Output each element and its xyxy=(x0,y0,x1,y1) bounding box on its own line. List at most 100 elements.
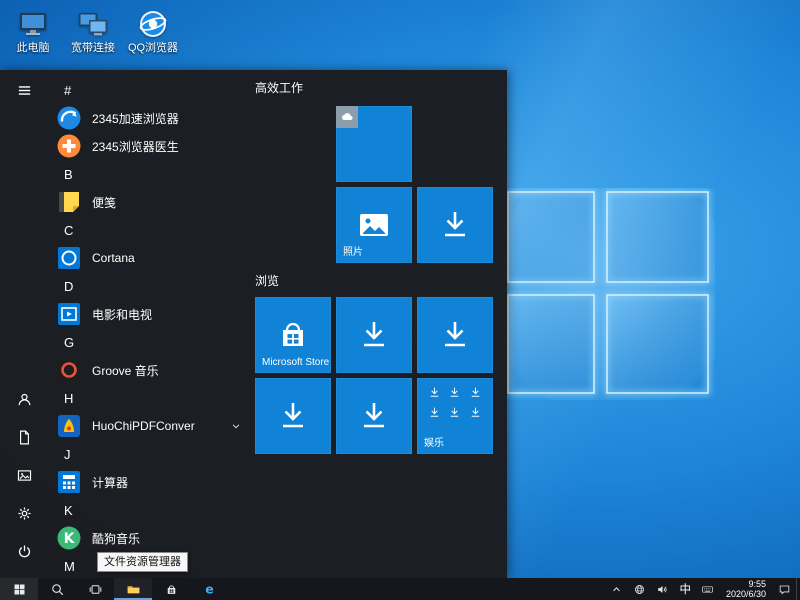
app-list-header-label: M xyxy=(64,559,75,574)
tile-pending-download-3[interactable] xyxy=(417,297,493,373)
tile-microsoft-store[interactable]: Microsoft Store xyxy=(255,297,331,373)
ime-label: 中 xyxy=(679,581,691,597)
app-list-header-label: D xyxy=(64,279,73,294)
ime-mode[interactable]: 中 xyxy=(674,578,696,600)
store-button[interactable] xyxy=(152,578,190,600)
app-list-header[interactable]: H xyxy=(48,384,255,412)
volume-indicator[interactable] xyxy=(651,578,674,600)
app-list-header[interactable]: # xyxy=(48,76,255,104)
app-label: 计算器 xyxy=(92,474,128,491)
app-label: HuoChiPDFConver xyxy=(92,419,195,433)
app-list-item[interactable]: Cortana xyxy=(48,244,255,272)
desktop-icon-label: QQ浏览器 xyxy=(128,42,178,54)
taskbar-clock[interactable]: 9:55 2020/6/30 xyxy=(719,578,773,600)
app-list-header[interactable]: G xyxy=(48,328,255,356)
app-list-item[interactable]: 电影和电视 xyxy=(48,300,255,328)
tile-pending-download-2[interactable] xyxy=(336,297,412,373)
edge-icon: e xyxy=(202,582,217,597)
app-list-item[interactable]: K酷狗音乐 xyxy=(48,524,255,552)
user-icon xyxy=(16,391,33,408)
tile-group-title[interactable]: 浏览 xyxy=(255,269,493,291)
app-label: Cortana xyxy=(92,251,135,265)
app-list-header[interactable]: C xyxy=(48,216,255,244)
tile-label: Microsoft Store xyxy=(262,357,329,368)
task-view-button[interactable] xyxy=(76,578,114,600)
app-list-item[interactable]: 便笺 xyxy=(48,188,255,216)
search-icon xyxy=(50,582,65,597)
tooltip: 文件资源管理器 xyxy=(97,552,188,572)
app-list-header[interactable]: B xyxy=(48,160,255,188)
chevron-up-icon xyxy=(610,583,623,596)
hamburger-icon xyxy=(16,82,33,99)
windows-logo xyxy=(505,188,715,400)
start-rail-documents-button[interactable] xyxy=(0,418,48,456)
tile-label: 照片 xyxy=(343,243,363,258)
app-list-header[interactable]: J xyxy=(48,440,255,468)
desktop-icon-qq-browser[interactable]: QQ浏览器 xyxy=(124,6,182,56)
app-list-item[interactable]: HuoChiPDFConver xyxy=(48,412,255,440)
tile-pending-download-1[interactable] xyxy=(417,187,493,263)
start-rail-settings-button[interactable] xyxy=(0,494,48,532)
download-icon xyxy=(468,385,483,400)
desktop-icon-broadband[interactable]: 宽带连接 xyxy=(64,6,122,56)
network-indicator[interactable] xyxy=(628,578,651,600)
file-explorer-icon xyxy=(126,582,141,597)
this-pc-icon xyxy=(17,8,49,40)
download-icon xyxy=(336,378,412,454)
tile-group-explore: 浏览 Microsoft Store 娱乐 xyxy=(255,269,493,454)
store-bag-icon xyxy=(164,582,179,597)
groove-icon xyxy=(56,357,82,383)
tile-photos[interactable]: 照片 xyxy=(336,187,412,263)
document-icon xyxy=(16,429,33,446)
cloud-icon xyxy=(336,106,358,128)
system-tray: 中 9:55 2020/6/30 xyxy=(605,578,800,600)
tile-pending-download-4[interactable] xyxy=(255,378,331,454)
calculator-icon xyxy=(56,469,82,495)
movies-tv-icon xyxy=(56,301,82,327)
tile-pending-download-5[interactable] xyxy=(336,378,412,454)
app-list-item[interactable]: 2345加速浏览器 xyxy=(48,104,255,132)
download-icon xyxy=(427,405,442,420)
app-list-header-label: # xyxy=(64,83,71,98)
file-explorer-button[interactable] xyxy=(114,578,152,600)
app-list-header-label: H xyxy=(64,391,73,406)
start-rail-user-button[interactable] xyxy=(0,380,48,418)
start-tiles: 高效工作 照片 浏览 Microsoft Store 娱乐 xyxy=(255,70,507,578)
app-label: 2345加速浏览器 xyxy=(92,110,179,127)
app-list-item[interactable]: Groove 音乐 xyxy=(48,356,255,384)
app-list-header[interactable]: D xyxy=(48,272,255,300)
start-button[interactable] xyxy=(0,578,38,600)
browser-doctor-icon xyxy=(56,133,82,159)
app-list-header-label: B xyxy=(64,167,73,182)
start-menu: #2345加速浏览器 2345浏览器医生 B 便笺 C Cortana D 电影和电视G Gro… xyxy=(0,70,507,578)
tile-grid: Microsoft Store 娱乐 xyxy=(255,297,493,454)
download-icon xyxy=(447,405,462,420)
start-rail-menu-button[interactable] xyxy=(0,72,48,108)
touch-keyboard[interactable] xyxy=(696,578,719,600)
desktop-icon-label: 此电脑 xyxy=(17,42,50,54)
tray-items: 中 xyxy=(605,578,719,600)
action-center-button[interactable] xyxy=(773,578,796,600)
start-rail-pictures-button[interactable] xyxy=(0,456,48,494)
pictures-icon xyxy=(16,467,33,484)
show-desktop-button[interactable] xyxy=(796,578,800,600)
tile-entertainment-folder[interactable]: 娱乐 xyxy=(417,378,493,454)
start-rail-power-button[interactable] xyxy=(0,532,48,570)
taskbar-buttons: e xyxy=(0,578,228,600)
windows-start-icon xyxy=(12,582,27,597)
gear-icon xyxy=(16,505,33,522)
app-label: Groove 音乐 xyxy=(92,362,159,379)
app-list-item[interactable]: 计算器 xyxy=(48,468,255,496)
search-button[interactable] xyxy=(38,578,76,600)
tile-group-title[interactable]: 高效工作 xyxy=(255,76,493,98)
chevron-down-icon xyxy=(229,419,243,433)
desktop-icons: 此电脑 宽带连接 QQ浏览器 xyxy=(4,6,182,56)
app-list-header[interactable]: K xyxy=(48,496,255,524)
desktop-icon-this-pc[interactable]: 此电脑 xyxy=(4,6,62,56)
tile-onedrive[interactable] xyxy=(336,106,412,182)
tray-expand[interactable] xyxy=(605,578,628,600)
edge-button[interactable]: e xyxy=(190,578,228,600)
desktop: 此电脑 宽带连接 QQ浏览器 #2345加速浏览器 2345浏览器医生 B 便笺 C Cort… xyxy=(0,0,800,600)
app-list-item[interactable]: 2345浏览器医生 xyxy=(48,132,255,160)
app-list-header-label: C xyxy=(64,223,73,238)
